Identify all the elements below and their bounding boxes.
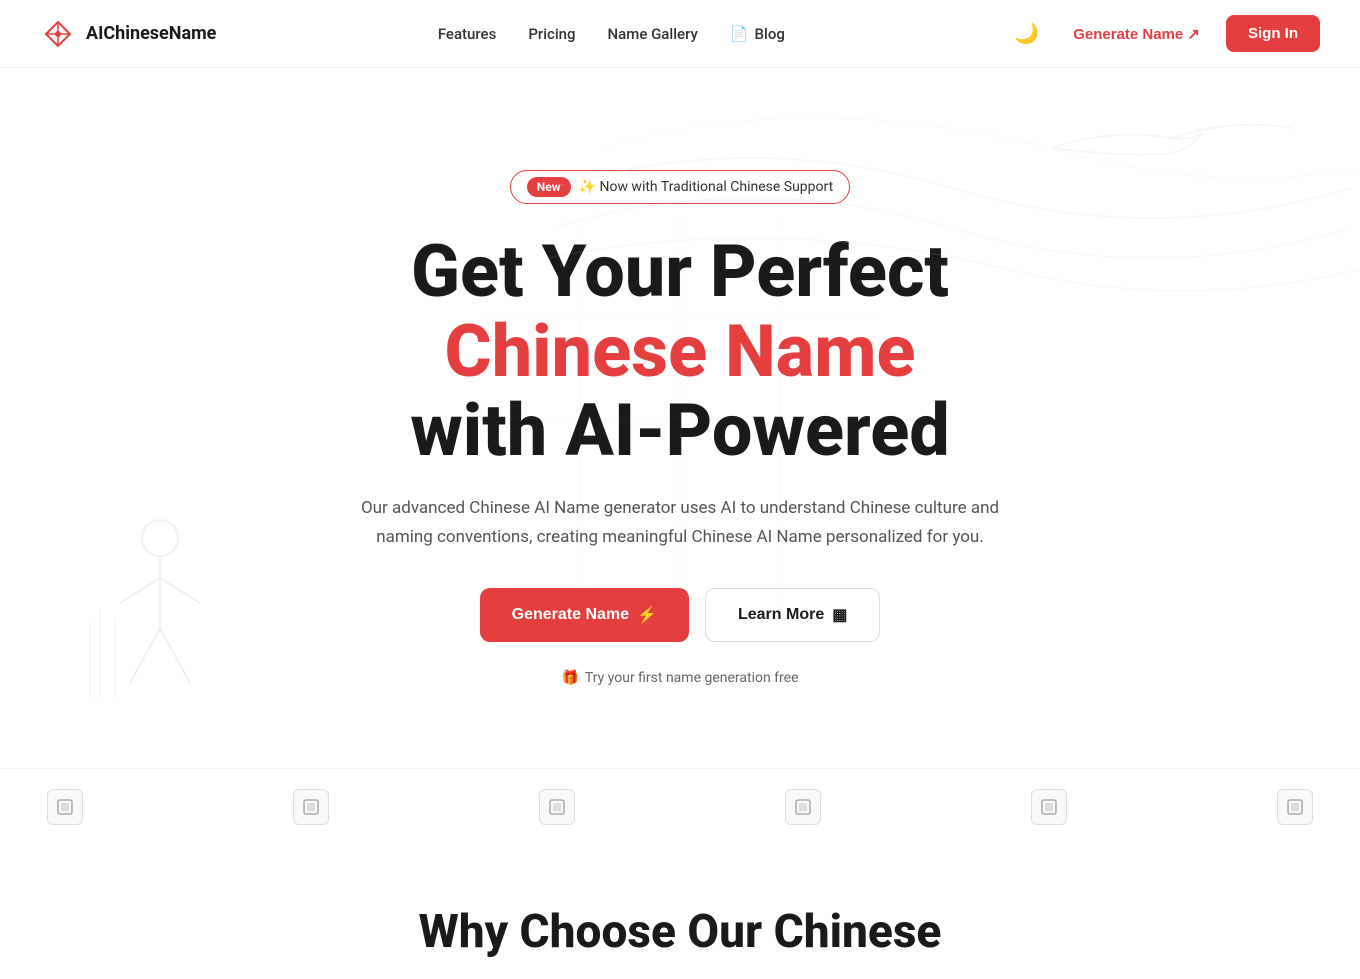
layout-icon: ▦ [832,605,847,625]
navbar: AIChineseName Features Pricing Name Gall… [0,0,1360,68]
badge-new-label: New [527,177,571,197]
partner-icon-row [0,768,1360,845]
icon-placeholder-4 [785,789,821,825]
dark-mode-button[interactable]: 🌙 [1006,17,1047,50]
icon-placeholder-2 [293,789,329,825]
icon-placeholder-3 [539,789,575,825]
hero-description: Our advanced Chinese AI Name generator u… [340,494,1020,552]
nav-right: 🌙 Generate Name ↗ Sign In [1006,15,1320,52]
hero-section: New ✨ Now with Traditional Chinese Suppo… [0,68,1360,768]
logo-text: AIChineseName [86,23,216,44]
nav-pricing[interactable]: Pricing [528,25,575,43]
nav-name-gallery[interactable]: Name Gallery [608,25,698,43]
logo-link[interactable]: AIChineseName [40,16,216,52]
lightning-icon: ⚡ [637,605,657,625]
generate-name-hero-button[interactable]: Generate Name ⚡ [480,588,689,642]
hero-title: Get Your Perfect Chinese Name with AI-Po… [410,232,950,470]
bg-figure-decoration [80,508,240,708]
blog-icon: 📄 [730,25,749,43]
hero-title-highlight: Chinese Name [445,309,916,394]
free-trial-text: 🎁 Try your first name generation free [561,670,798,686]
signin-button[interactable]: Sign In [1226,15,1320,52]
icon-placeholder-6 [1277,789,1313,825]
gift-emoji: 🎁 [561,670,578,686]
icon-placeholder-5 [1031,789,1067,825]
nav-features[interactable]: Features [438,25,496,43]
icon-placeholder-1 [47,789,83,825]
hero-buttons: Generate Name ⚡ Learn More ▦ [480,588,881,642]
why-section: Why Choose Our Chinese [0,845,1360,979]
learn-more-button[interactable]: Learn More ▦ [705,588,880,642]
moon-icon: 🌙 [1014,23,1039,45]
nav-links: Features Pricing Name Gallery 📄 Blog [438,25,785,43]
announcement-badge: New ✨ Now with Traditional Chinese Suppo… [510,170,850,204]
nav-blog[interactable]: 📄 Blog [730,25,785,43]
why-title: Why Choose Our Chinese [40,905,1320,959]
generate-name-nav-button[interactable]: Generate Name ↗ [1063,19,1210,49]
badge-text: ✨ Now with Traditional Chinese Support [579,179,834,195]
logo-icon [40,16,76,52]
